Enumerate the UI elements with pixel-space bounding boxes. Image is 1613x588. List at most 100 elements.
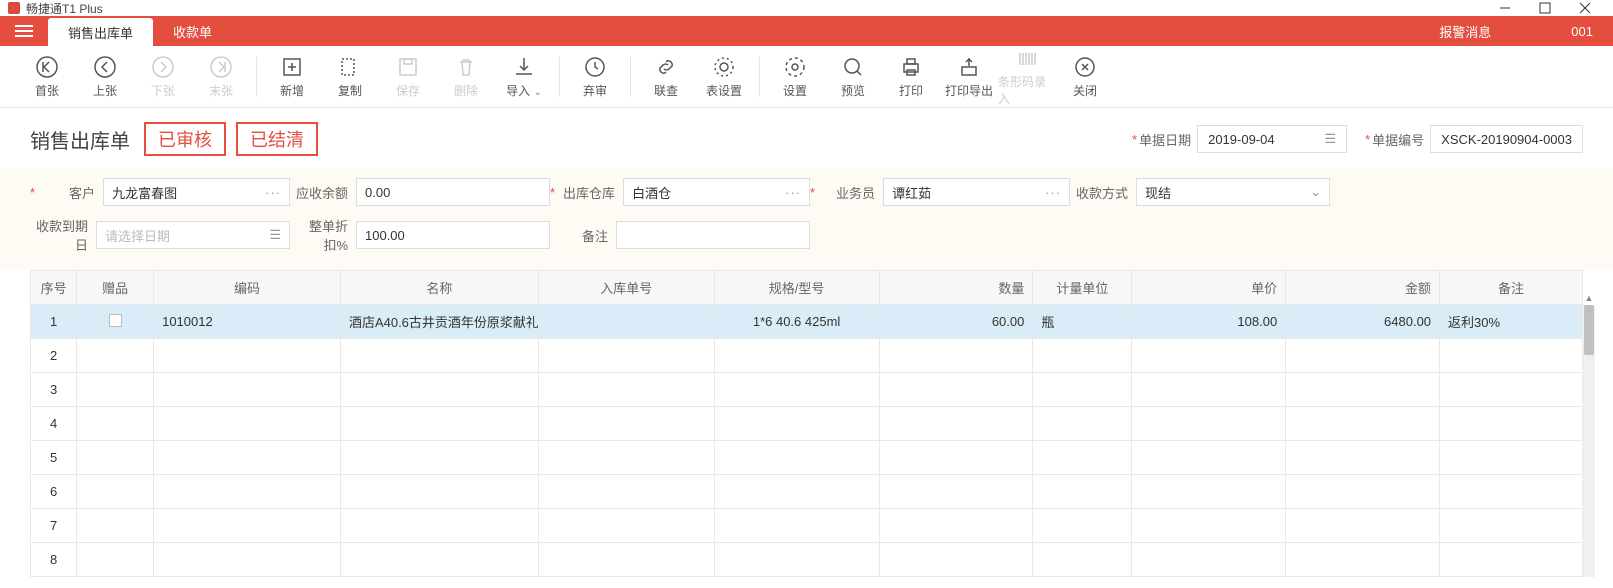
table-row[interactable]: 8 [31, 543, 1583, 577]
toolbar: 首张上张下张末张新增复制保存删除导入 ⌄弃审联查表设置设置预览打印打印导出条形码… [0, 46, 1613, 108]
picker-icon: ··· [265, 185, 281, 200]
col-amt[interactable]: 金额 [1286, 271, 1440, 305]
cell-name[interactable]: 酒店A40.6古井贡酒年份原浆献礼 [340, 305, 538, 339]
scroll-up-arrow[interactable]: ▲ [1583, 291, 1595, 305]
col-remark[interactable]: 备注 [1440, 271, 1583, 305]
customer-field: *客户 九龙富春图··· [30, 178, 290, 206]
copy-icon [337, 54, 363, 80]
print-button[interactable]: 打印 [882, 49, 940, 105]
col-name[interactable]: 名称 [340, 271, 538, 305]
vertical-scrollbar[interactable]: ▲ [1583, 305, 1595, 577]
col-qty[interactable]: 数量 [879, 271, 1033, 305]
table-row[interactable]: 5 [31, 441, 1583, 475]
table-row[interactable]: 3 [31, 373, 1583, 407]
col-spec[interactable]: 规格/型号 [714, 271, 879, 305]
toolbar-separator [256, 57, 257, 97]
toolbar-label: 保存 [396, 82, 420, 99]
barcode-button: 条形码录入 [998, 49, 1056, 105]
salesperson-input[interactable]: 谭红茹··· [883, 178, 1070, 206]
cell-qty[interactable]: 60.00 [879, 305, 1033, 339]
cell-idx: 6 [31, 475, 77, 509]
form-area: *客户 九龙富春图··· 应收余额 0.00 *出库仓库 白酒仓··· *业务员… [0, 168, 1613, 270]
last-button: 末张 [192, 49, 250, 105]
warehouse-input[interactable]: 白酒仓··· [623, 178, 810, 206]
table-row[interactable]: 4 [31, 407, 1583, 441]
doc-date-field: *单据日期 2019-09-04 ☰ [1132, 125, 1347, 153]
cell-remark[interactable]: 返利30% [1440, 305, 1583, 339]
checkbox[interactable] [109, 314, 122, 327]
preview-icon [840, 54, 866, 80]
settings-button[interactable]: 设置 [766, 49, 824, 105]
hamburger-icon [15, 25, 33, 37]
table-row[interactable]: 7 [31, 509, 1583, 543]
toolbar-label: 联查 [654, 82, 678, 99]
col-unit[interactable]: 计量单位 [1033, 271, 1132, 305]
tab-receipt[interactable]: 收款单 [153, 16, 232, 46]
doc-date-input[interactable]: 2019-09-04 ☰ [1197, 125, 1347, 153]
add-button[interactable]: 新增 [263, 49, 321, 105]
maximize-button[interactable] [1525, 0, 1565, 16]
first-button[interactable]: 首张 [18, 49, 76, 105]
table-row[interactable]: 2 [31, 339, 1583, 373]
stamp-settled: 已结清 [236, 122, 318, 156]
alert-link[interactable]: 报警消息 [1439, 22, 1491, 41]
print-icon [898, 54, 924, 80]
printexport-icon [956, 54, 982, 80]
col-in[interactable]: 入库单号 [538, 271, 714, 305]
menu-button[interactable] [0, 16, 48, 46]
cell-price[interactable]: 108.00 [1132, 305, 1286, 339]
table-row[interactable]: 6 [31, 475, 1583, 509]
import-icon [511, 54, 537, 80]
cell-in[interactable] [538, 305, 714, 339]
tab-label: 收款单 [173, 22, 212, 41]
table-row[interactable]: 11010012酒店A40.6古井贡酒年份原浆献礼1*6 40.6 425ml6… [31, 305, 1583, 339]
toolbar-label: 设置 [783, 82, 807, 99]
close-window-button[interactable] [1565, 0, 1605, 16]
line-items-table: 序号 赠品 编码 名称 入库单号 规格/型号 数量 计量单位 单价 金额 备注 … [30, 270, 1583, 577]
printexport-button[interactable]: 打印导出 [940, 49, 998, 105]
doc-title: 销售出库单 [30, 125, 130, 154]
close-button[interactable]: 关闭 [1056, 49, 1114, 105]
col-gift[interactable]: 赠品 [77, 271, 154, 305]
customer-input[interactable]: 九龙富春图··· [103, 178, 290, 206]
toolbar-label: 表设置 [706, 82, 742, 99]
paymethod-select[interactable]: 现结⌄ [1136, 178, 1330, 206]
unaudit-button[interactable]: 弃审 [566, 49, 624, 105]
cell-idx: 2 [31, 339, 77, 373]
minimize-button[interactable] [1485, 0, 1525, 16]
cell-code[interactable]: 1010012 [154, 305, 341, 339]
duedate-input[interactable]: 请选择日期☰ [96, 221, 290, 249]
receivable-field: 应收余额 0.00 [290, 178, 550, 206]
tab-sales-out[interactable]: 销售出库单 [48, 18, 153, 46]
table-header-row: 序号 赠品 编码 名称 入库单号 规格/型号 数量 计量单位 单价 金额 备注 [31, 271, 1583, 305]
last-icon [208, 54, 234, 80]
link-button[interactable]: 联查 [637, 49, 695, 105]
remark-input[interactable] [616, 221, 810, 249]
cell-amt[interactable]: 6480.00 [1286, 305, 1440, 339]
next-icon [150, 54, 176, 80]
cell-unit[interactable]: 瓶 [1033, 305, 1132, 339]
toolbar-label: 打印 [899, 82, 923, 99]
import-button[interactable]: 导入 ⌄ [495, 49, 553, 105]
receivable-input[interactable]: 0.00 [356, 178, 550, 206]
doc-no-input[interactable]: XSCK-20190904-0003 [1430, 125, 1583, 153]
tableset-button[interactable]: 表设置 [695, 49, 753, 105]
prev-button[interactable]: 上张 [76, 49, 134, 105]
calendar-icon: ☰ [269, 227, 281, 243]
table-area: 序号 赠品 编码 名称 入库单号 规格/型号 数量 计量单位 单价 金额 备注 … [30, 270, 1583, 577]
col-code[interactable]: 编码 [154, 271, 341, 305]
cell-gift[interactable] [77, 305, 154, 339]
delete-icon [453, 54, 479, 80]
user-label[interactable]: 001 [1571, 24, 1593, 39]
col-price[interactable]: 单价 [1132, 271, 1286, 305]
calendar-icon: ☰ [1324, 131, 1336, 147]
preview-button[interactable]: 预览 [824, 49, 882, 105]
cell-spec[interactable]: 1*6 40.6 425ml [714, 305, 879, 339]
toolbar-separator [759, 57, 760, 97]
discount-input[interactable]: 100.00 [356, 221, 550, 249]
prev-icon [92, 54, 118, 80]
toolbar-separator [630, 57, 631, 97]
col-idx[interactable]: 序号 [31, 271, 77, 305]
copy-button[interactable]: 复制 [321, 49, 379, 105]
scroll-thumb[interactable] [1584, 305, 1594, 355]
